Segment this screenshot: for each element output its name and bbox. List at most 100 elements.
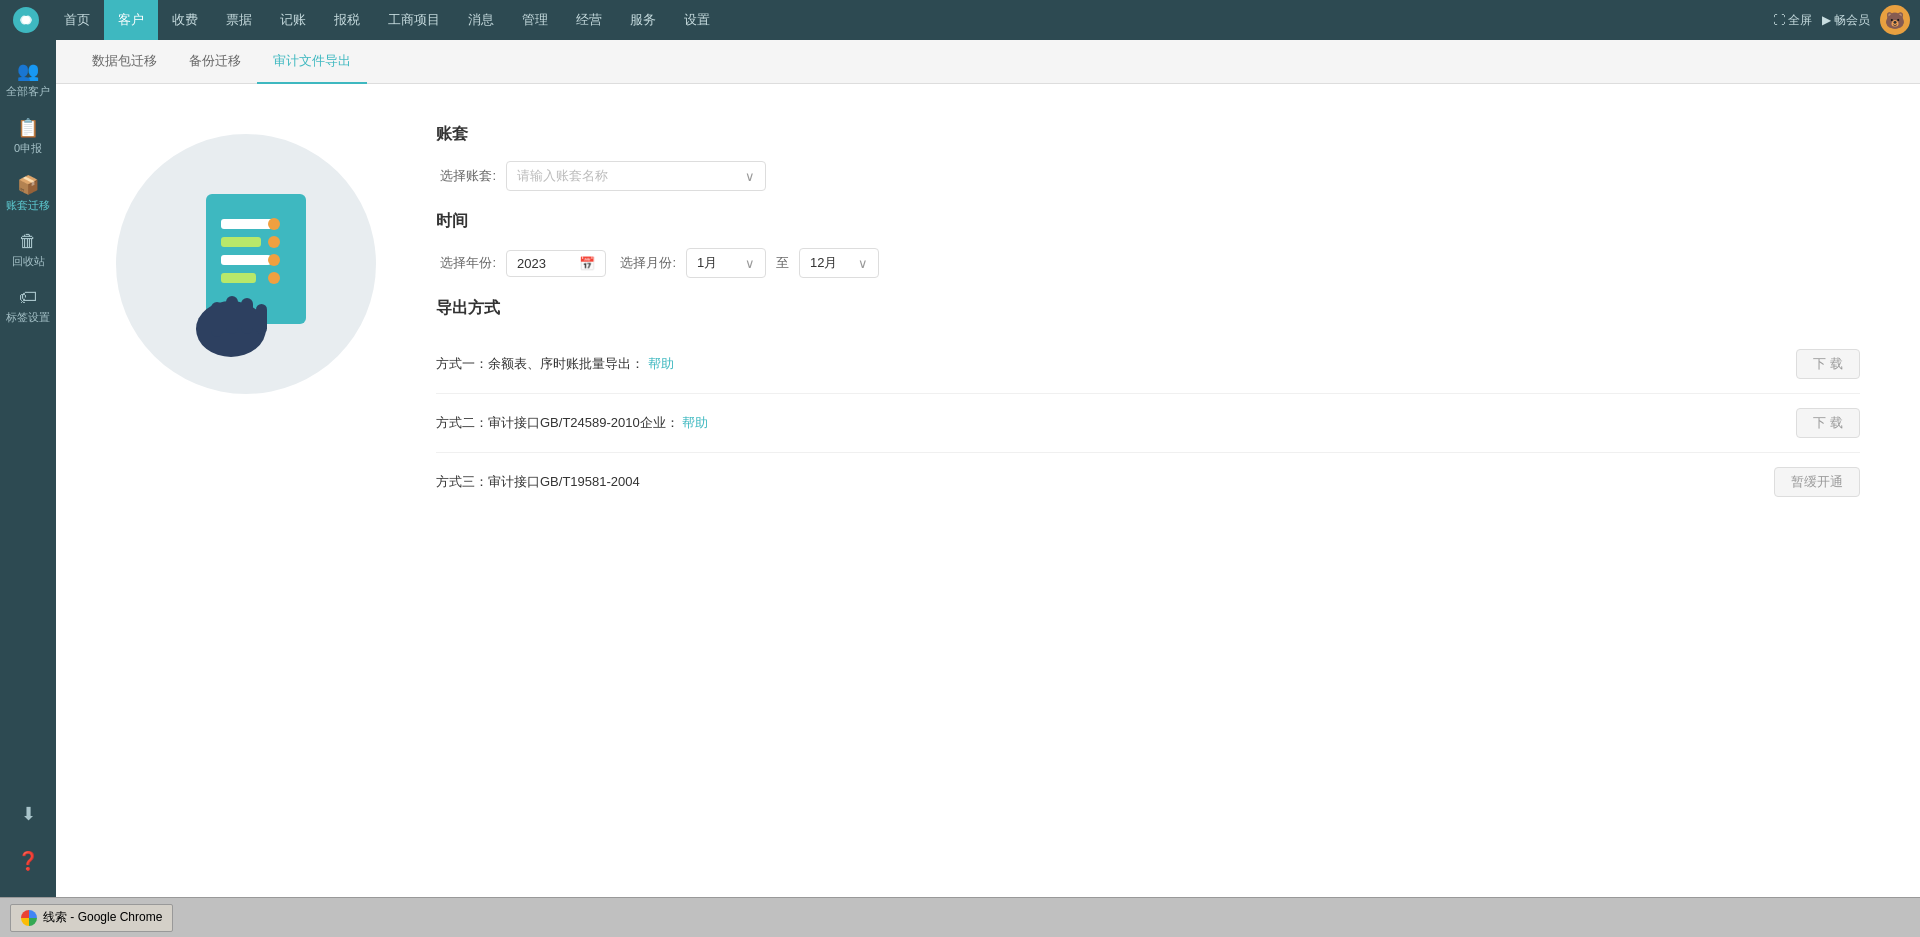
all-customers-icon: 👥 [17,60,39,82]
nav-service[interactable]: 服务 [616,0,670,40]
time-section-title: 时间 [436,211,1860,232]
nav-customers[interactable]: 客户 [104,0,158,40]
sidebar-item-recycle[interactable]: 🗑 回收站 [0,221,56,277]
sidebar-item-label-recycle: 回收站 [12,256,45,267]
logo [10,4,42,36]
illustration-circle [116,134,376,394]
sidebar-item-label-tags: 标签设置 [6,312,50,323]
svg-rect-4 [221,237,261,247]
vip-label: 畅会员 [1834,12,1870,29]
time-row: 选择年份: 2023 📅 选择月份: 1月 ∨ 至 12月 ∨ [436,248,1860,278]
nav-bookkeeping[interactable]: 记账 [266,0,320,40]
account-select[interactable]: 请输入账套名称 ∨ [506,161,766,191]
account-row: 选择账套: 请输入账套名称 ∨ [436,161,1860,191]
sidebar-item-label-customers: 全部客户 [6,86,50,97]
method-2-help-link[interactable]: 帮助 [682,415,708,430]
account-placeholder: 请输入账套名称 [517,167,608,185]
taskbar: 线索 - Google Chrome [0,897,1920,937]
method-3-label: 方式三：审计接口GB/T19581-2004 [436,474,640,489]
fullscreen-button[interactable]: ⛶ 全屏 [1773,12,1812,29]
year-input[interactable]: 2023 📅 [506,250,606,277]
month-label: 选择月份: [616,254,676,272]
svg-point-8 [268,236,280,248]
tab-audit-export[interactable]: 审计文件导出 [257,40,367,84]
sidebar-bottom: ⬇ ❓ [17,793,39,897]
nav-home[interactable]: 首页 [50,0,104,40]
method-1-download-button[interactable]: 下 载 [1796,349,1860,379]
method-1-text: 方式一：余额表、序时账批量导出： 帮助 [436,355,674,373]
tab-bar: 数据包迁移 备份迁移 审计文件导出 [56,40,1920,84]
illustration-svg [156,164,336,364]
content-area: 数据包迁移 备份迁移 审计文件导出 [56,40,1920,897]
sidebar-item-label-migration: 账套迁移 [6,200,50,211]
nav-items: 首页 客户 收费 票据 记账 报税 工商项目 消息 管理 经营 服务 设置 [50,0,1773,40]
page-body: 账套 选择账套: 请输入账套名称 ∨ 时间 选择年份: 2023 📅 [56,84,1920,897]
export-section-title: 导出方式 [436,298,1860,319]
nav-business[interactable]: 工商项目 [374,0,454,40]
month-end-select[interactable]: 12月 ∨ [799,248,879,278]
sidebar-item-all-customers[interactable]: 👥 全部客户 [0,50,56,107]
taskbar-chrome-label: 线索 - Google Chrome [43,909,162,926]
zero-declaration-icon: 📋 [17,117,39,139]
nav-tax[interactable]: 报税 [320,0,374,40]
svg-point-1 [22,16,30,24]
svg-rect-5 [221,255,271,265]
vip-icon: ▶ [1822,13,1831,27]
method-2-text: 方式二：审计接口GB/T24589-2010企业： 帮助 [436,414,708,432]
nav-operations[interactable]: 经营 [562,0,616,40]
avatar[interactable]: 🐻 [1880,5,1910,35]
year-label: 选择年份: [436,254,496,272]
nav-invoices[interactable]: 票据 [212,0,266,40]
nav-management[interactable]: 管理 [508,0,562,40]
method-3-open-button[interactable]: 暂缓开通 [1774,467,1860,497]
fullscreen-icon: ⛶ [1773,13,1785,27]
svg-point-9 [268,254,280,266]
recycle-icon: 🗑 [19,231,37,252]
tag-settings-icon: 🏷 [19,287,37,308]
svg-point-7 [268,218,280,230]
account-section-title: 账套 [436,124,1860,145]
svg-rect-15 [256,304,267,334]
nav-fees[interactable]: 收费 [158,0,212,40]
illustration-area [116,114,376,867]
tab-backup-migration[interactable]: 备份迁移 [173,40,257,84]
calendar-icon: 📅 [579,256,595,271]
sidebar-item-account-migration[interactable]: 📦 账套迁移 [0,164,56,221]
method-2-download-button[interactable]: 下 载 [1796,408,1860,438]
account-migration-icon: 📦 [17,174,39,196]
sidebar-item-label-zero: 0申报 [14,143,42,154]
sidebar-help-icon[interactable]: ❓ [17,840,39,882]
vip-button[interactable]: ▶ 畅会员 [1822,12,1870,29]
account-dropdown-icon: ∨ [745,169,755,184]
month-end-dropdown-icon: ∨ [858,256,868,271]
export-method-2: 方式二：审计接口GB/T24589-2010企业： 帮助 下 载 [436,394,1860,453]
month-end-value: 12月 [810,254,837,272]
month-start-dropdown-icon: ∨ [745,256,755,271]
svg-rect-13 [226,296,238,334]
taskbar-chrome-item[interactable]: 线索 - Google Chrome [10,904,173,932]
svg-point-10 [268,272,280,284]
sidebar-item-tag-settings[interactable]: 🏷 标签设置 [0,277,56,333]
fullscreen-label: 全屏 [1788,12,1812,29]
sidebar-item-zero-declaration[interactable]: 📋 0申报 [0,107,56,164]
method-1-label: 方式一：余额表、序时账批量导出： [436,356,644,371]
svg-rect-14 [241,298,253,334]
method-2-label: 方式二：审计接口GB/T24589-2010企业： [436,415,679,430]
method-3-text: 方式三：审计接口GB/T19581-2004 [436,473,640,491]
form-area: 账套 选择账套: 请输入账套名称 ∨ 时间 选择年份: 2023 📅 [436,114,1860,867]
sidebar-download-icon[interactable]: ⬇ [17,793,39,835]
svg-rect-12 [211,302,223,337]
export-method-3: 方式三：审计接口GB/T19581-2004 暂缓开通 [436,453,1860,511]
nav-message[interactable]: 消息 [454,0,508,40]
main-layout: 👥 全部客户 📋 0申报 📦 账套迁移 🗑 回收站 🏷 标签设置 ⬇ ❓ 数据包… [0,40,1920,897]
month-start-select[interactable]: 1月 ∨ [686,248,766,278]
month-start-value: 1月 [697,254,717,272]
method-1-help-link[interactable]: 帮助 [648,356,674,371]
svg-rect-6 [221,273,256,283]
top-navigation: 首页 客户 收费 票据 记账 报税 工商项目 消息 管理 经营 服务 设置 ⛶ … [0,0,1920,40]
tab-data-package[interactable]: 数据包迁移 [76,40,173,84]
to-separator: 至 [776,254,789,272]
chrome-icon [21,910,37,926]
export-method-1: 方式一：余额表、序时账批量导出： 帮助 下 载 [436,335,1860,394]
nav-settings[interactable]: 设置 [670,0,724,40]
